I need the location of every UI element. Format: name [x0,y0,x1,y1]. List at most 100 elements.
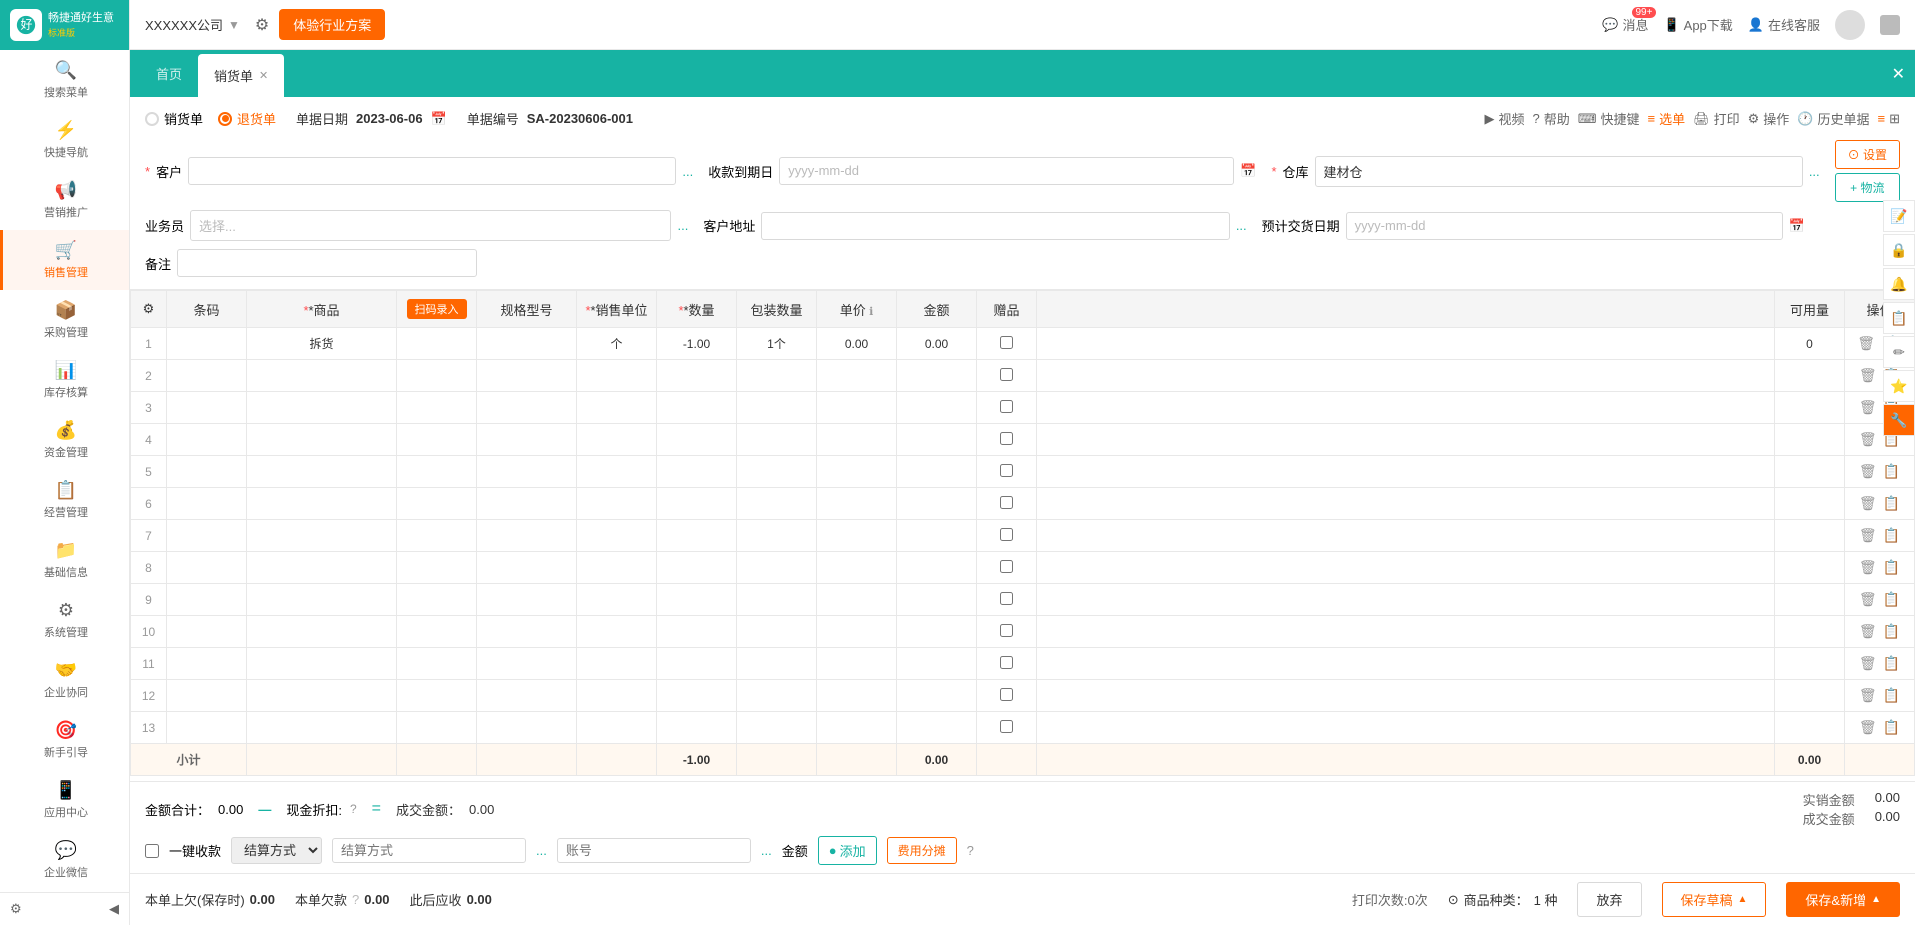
save-new-btn[interactable]: 保存&新增 ▲ [1786,882,1900,917]
toolbar-operate[interactable]: ⚙ 操作 [1748,109,1790,128]
cell-unit-3[interactable] [577,392,657,424]
tabbar-close-btn[interactable]: ✕ [1892,64,1905,84]
right-tool-6[interactable]: ⭐ [1883,370,1915,402]
cell-spec-3[interactable] [477,392,577,424]
sidebar-item-purchase[interactable]: 📦 采购管理 [0,290,129,350]
cell-product-3[interactable] [247,392,397,424]
save-draft-btn[interactable]: 保存草稿 ▲ [1662,882,1767,917]
radio-sale-order[interactable]: 销货单 [145,109,203,128]
toolbar-print[interactable]: 🖨 打印 [1693,109,1740,128]
fenpei-btn[interactable]: 费用分摊 [887,837,957,864]
scan-btn[interactable]: 扫码录入 [407,299,467,319]
cell-unit-2[interactable] [577,360,657,392]
warehouse-dots-btn[interactable]: ... [1809,164,1820,179]
topbar-settings-icon[interactable]: ⚙ [255,15,269,35]
add-btn[interactable]: ● 添加 [818,836,877,865]
cell-barcode-3[interactable] [167,392,247,424]
sidebar-item-inventory[interactable]: 📊 库存核算 [0,350,129,410]
toolbar-history[interactable]: 🕐 历史单据 [1797,109,1869,128]
radio-return-order[interactable]: 退货单 [218,109,276,128]
gift-checkbox-2[interactable] [1000,368,1013,381]
sidebar-item-marketing[interactable]: 📢 营销推广 [0,170,129,230]
sidebar-item-system[interactable]: ⚙ 系统管理 [0,590,129,650]
toolbar-shortcut[interactable]: ⌨ 快捷键 [1578,109,1640,128]
customer-address-dots-btn[interactable]: ... [1236,218,1247,233]
settings-btn[interactable]: ⊙ 设置 [1835,140,1900,169]
cell-price-2[interactable] [817,360,897,392]
cell-amount-3[interactable] [897,392,977,424]
settlement-method-input[interactable] [332,838,526,863]
right-tool-1[interactable]: 📝 [1883,200,1915,232]
toolbar-select[interactable]: ≡ 选单 [1647,109,1685,128]
right-tool-4[interactable]: 📋 [1883,302,1915,334]
company-selector[interactable]: XXXXXX公司 ▼ [145,15,240,34]
cell-quantity-2[interactable] [657,360,737,392]
staff-input[interactable]: 选择... [190,210,671,241]
right-tool-2[interactable]: 🔒 [1883,234,1915,266]
sidebar-item-capital[interactable]: 💰 资金管理 [0,410,129,470]
due-date-calendar-icon[interactable]: 📅 [1240,163,1256,179]
footer-dots-btn[interactable]: ... [536,843,547,858]
sidebar-item-search[interactable]: 🔍 搜索菜单 [0,50,129,110]
delete-row-3[interactable]: 🗑 [1859,399,1877,415]
customer-address-input[interactable] [761,212,1229,240]
toolbar-help[interactable]: ? 帮助 [1532,109,1569,128]
grid-view-btn[interactable]: ⊞ [1889,111,1900,127]
tab-close-icon[interactable]: ✕ [259,69,268,82]
cell-pkg-qty-2[interactable] [737,360,817,392]
sidebar-item-operations[interactable]: 📋 经营管理 [0,470,129,530]
right-tool-5[interactable]: ✏ [1883,336,1915,368]
staff-dots-btn[interactable]: ... [677,218,688,233]
owe-help-icon[interactable]: ? [352,892,359,907]
cell-quantity-1[interactable]: -1.00 [657,328,737,360]
cell-spec-2[interactable] [477,360,577,392]
cell-gift-1[interactable] [977,328,1037,360]
trial-btn[interactable]: 体验行业方案 [279,9,385,40]
delete-row-2[interactable]: 🗑 [1859,367,1877,383]
sidebar-collapse-icon[interactable]: ◀ [109,901,119,917]
cell-pkg-qty-1[interactable]: 1个 [737,328,817,360]
cell-gift-2[interactable] [977,360,1037,392]
category-selector[interactable]: ⊙ 商品种类： 1 种 [1448,890,1558,909]
cell-product-1[interactable]: 拆货 [247,328,397,360]
cell-gift-3[interactable] [977,392,1037,424]
cell-pkg-qty-3[interactable] [737,392,817,424]
toolbar-video[interactable]: ▶ 视频 [1484,109,1524,128]
customer-dots-btn[interactable]: ... [682,164,693,179]
warehouse-input[interactable]: 建材仓 [1315,156,1803,187]
expected-date-calendar-icon[interactable]: 📅 [1789,218,1805,234]
online-service-btn[interactable]: 👤 在线客服 [1748,15,1820,34]
account-dots-btn[interactable]: ... [761,843,772,858]
app-download-btn[interactable]: 📱 App下载 [1663,15,1732,34]
sidebar-settings-icon[interactable]: ⚙ [10,901,22,917]
tab-home[interactable]: 首页 [140,52,198,95]
cell-barcode-1[interactable] [167,328,247,360]
gift-checkbox-3[interactable] [1000,400,1013,413]
sidebar-item-guide[interactable]: 🎯 新手引导 [0,710,129,770]
sidebar-item-weixin[interactable]: 💬 企业微信 [0,830,129,890]
right-tool-3[interactable]: 🔔 [1883,268,1915,300]
message-btn[interactable]: 💬 消息 99+ [1602,15,1648,34]
sidebar-item-enterprise[interactable]: 🤝 企业协同 [0,650,129,710]
discount-help-icon[interactable]: ? [350,802,357,816]
delete-row-1[interactable]: 🗑 [1857,335,1875,351]
th-scan[interactable]: 扫码录入 [397,291,477,328]
cell-amount-2[interactable] [897,360,977,392]
one-click-payment-checkbox[interactable] [145,844,159,858]
remark-input[interactable] [177,249,477,277]
tab-sale-order[interactable]: 销货单 ✕ [198,54,284,97]
th-settings[interactable]: ⚙ [131,291,167,328]
cell-barcode-2[interactable] [167,360,247,392]
expected-date-input[interactable]: yyyy-mm-dd [1346,212,1783,240]
cell-amount-1[interactable]: 0.00 [897,328,977,360]
sidebar-item-quick-nav[interactable]: ⚡ 快捷导航 [0,110,129,170]
cell-quantity-3[interactable] [657,392,737,424]
gift-checkbox-1[interactable] [1000,336,1013,349]
calendar-icon[interactable]: 📅 [431,111,447,127]
cell-unit-1[interactable]: 个 [577,328,657,360]
user-menu[interactable] [1880,15,1900,35]
settlement-method-select[interactable]: 结算方式 [231,837,322,864]
right-tool-7[interactable]: 🔧 [1883,404,1915,436]
sidebar-item-basic-info[interactable]: 📁 基础信息 [0,530,129,590]
account-input[interactable] [557,838,751,863]
